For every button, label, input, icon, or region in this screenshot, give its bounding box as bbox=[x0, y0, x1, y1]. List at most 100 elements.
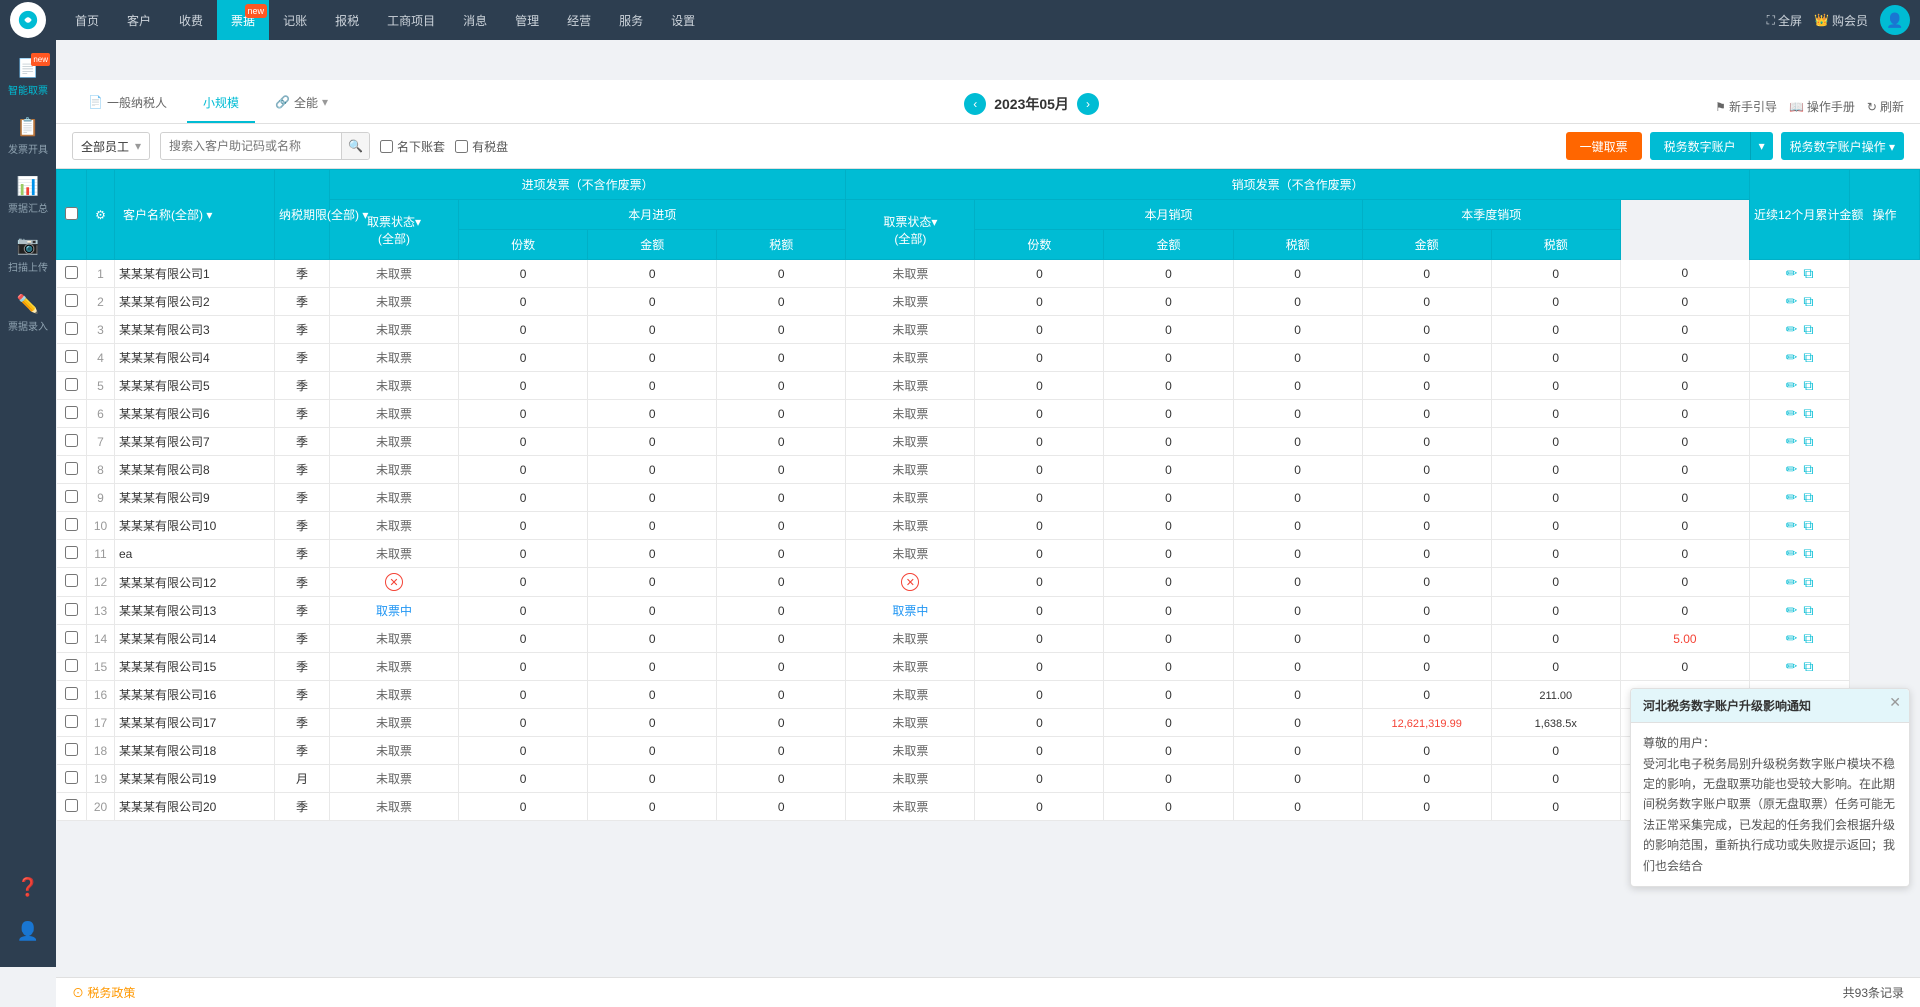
logo[interactable] bbox=[10, 2, 46, 38]
tax-policy-link[interactable]: ⊙ 税务政策 bbox=[72, 984, 135, 1001]
edit-icon[interactable]: ✏ bbox=[1786, 602, 1798, 619]
row-checkbox[interactable] bbox=[65, 406, 78, 419]
nav-client[interactable]: 客户 bbox=[113, 0, 165, 40]
row-checkbox[interactable] bbox=[65, 715, 78, 728]
col-tax-period-header[interactable]: 纳税期限(全部) ▾ bbox=[275, 170, 330, 260]
running12-link[interactable]: 5.00 bbox=[1673, 632, 1696, 646]
digital-action-select[interactable]: 税务数字账户操作 ▾ bbox=[1781, 132, 1904, 160]
notification-close-btn[interactable]: ✕ bbox=[1889, 694, 1901, 711]
edit-icon[interactable]: ✏ bbox=[1786, 545, 1798, 562]
sidebar-item-scan-upload[interactable]: 📷 扫描上传 bbox=[3, 227, 53, 282]
nav-income[interactable]: 收费 bbox=[165, 0, 217, 40]
copy-icon[interactable]: ⧉ bbox=[1803, 517, 1813, 534]
avatar[interactable]: 👤 bbox=[1880, 5, 1910, 35]
sidebar-item-invoice-entry[interactable]: ✏️ 票据录入 bbox=[3, 286, 53, 341]
row-checkbox[interactable] bbox=[65, 546, 78, 559]
nav-operation[interactable]: 经营 bbox=[553, 0, 605, 40]
edit-icon[interactable]: ✏ bbox=[1786, 321, 1798, 338]
new-guide-btn[interactable]: ⚑ 新手引导 bbox=[1715, 98, 1777, 115]
copy-icon[interactable]: ⧉ bbox=[1803, 321, 1813, 338]
edit-icon[interactable]: ✏ bbox=[1786, 293, 1798, 310]
vip-btn[interactable]: 👑 购会员 bbox=[1814, 12, 1868, 29]
row-checkbox[interactable] bbox=[65, 266, 78, 279]
nav-business[interactable]: 工商项目 bbox=[373, 0, 449, 40]
edit-icon[interactable]: ✏ bbox=[1786, 349, 1798, 366]
copy-icon[interactable]: ⧉ bbox=[1803, 377, 1813, 394]
edit-icon[interactable]: ✏ bbox=[1786, 377, 1798, 394]
taxdisk-checkbox-label[interactable]: 有税盘 bbox=[455, 138, 508, 155]
copy-icon[interactable]: ⧉ bbox=[1803, 405, 1813, 422]
copy-icon[interactable]: ⧉ bbox=[1803, 658, 1813, 675]
statement-checkbox-label[interactable]: 名下账套 bbox=[380, 138, 445, 155]
copy-icon[interactable]: ⧉ bbox=[1803, 349, 1813, 366]
copy-icon[interactable]: ⧉ bbox=[1803, 461, 1813, 478]
sidebar-help[interactable]: ❓ bbox=[3, 869, 53, 909]
statement-checkbox[interactable] bbox=[380, 140, 393, 153]
row-checkbox[interactable] bbox=[65, 378, 78, 391]
nav-invoice[interactable]: 票据 new bbox=[217, 0, 269, 40]
edit-icon[interactable]: ✏ bbox=[1786, 265, 1798, 282]
tab-all[interactable]: 🔗 全能 ▾ bbox=[259, 83, 344, 123]
nav-service[interactable]: 服务 bbox=[605, 0, 657, 40]
employee-select[interactable]: 全部员工 ▾ bbox=[72, 132, 150, 160]
edit-icon[interactable]: ✏ bbox=[1786, 517, 1798, 534]
one-click-btn[interactable]: 一键取票 bbox=[1566, 132, 1642, 160]
digital-action-dropdown[interactable]: ▾ bbox=[1750, 132, 1773, 160]
edit-icon[interactable]: ✏ bbox=[1786, 630, 1798, 647]
period-prev-btn[interactable]: ‹ bbox=[964, 93, 986, 115]
edit-icon[interactable]: ✏ bbox=[1786, 405, 1798, 422]
sidebar-user[interactable]: 👤 bbox=[3, 913, 53, 953]
col-name-header[interactable]: 客户名称(全部) ▾ bbox=[115, 170, 275, 260]
nav-manage[interactable]: 管理 bbox=[501, 0, 553, 40]
nav-home[interactable]: 首页 bbox=[61, 0, 113, 40]
copy-icon[interactable]: ⧉ bbox=[1803, 630, 1813, 647]
copy-icon[interactable]: ⧉ bbox=[1803, 574, 1813, 591]
copy-icon[interactable]: ⧉ bbox=[1803, 489, 1813, 506]
row-checkbox[interactable] bbox=[65, 434, 78, 447]
edit-icon[interactable]: ✏ bbox=[1786, 433, 1798, 450]
edit-icon[interactable]: ✏ bbox=[1786, 574, 1798, 591]
sidebar-item-invoice-summary[interactable]: 📊 票据汇总 bbox=[3, 168, 53, 223]
row-checkbox[interactable] bbox=[65, 462, 78, 475]
copy-icon[interactable]: ⧉ bbox=[1803, 293, 1813, 310]
fullscreen-btn[interactable]: ⛶ 全屏 bbox=[1767, 12, 1802, 29]
row-checkbox[interactable] bbox=[65, 631, 78, 644]
row-checkbox[interactable] bbox=[65, 322, 78, 335]
row-checkbox[interactable] bbox=[65, 490, 78, 503]
row-checkbox[interactable] bbox=[65, 574, 78, 587]
row-checkbox[interactable] bbox=[65, 771, 78, 784]
row-checkbox[interactable] bbox=[65, 294, 78, 307]
out-status-header[interactable]: 取票状态▾(全部) bbox=[846, 200, 975, 260]
edit-icon[interactable]: ✏ bbox=[1786, 461, 1798, 478]
row-checkbox[interactable] bbox=[65, 603, 78, 616]
nav-tax[interactable]: 报税 bbox=[321, 0, 373, 40]
edit-icon[interactable]: ✏ bbox=[1786, 658, 1798, 675]
row-checkbox[interactable] bbox=[65, 518, 78, 531]
digital-account-btn[interactable]: 税务数字账户 bbox=[1650, 132, 1750, 160]
row-checkbox[interactable] bbox=[65, 659, 78, 672]
sidebar-item-open-invoice[interactable]: 📋 发票开具 bbox=[3, 109, 53, 164]
taxdisk-checkbox[interactable] bbox=[455, 140, 468, 153]
refresh-btn[interactable]: ↻ 刷新 bbox=[1867, 98, 1904, 115]
nav-settings[interactable]: 设置 bbox=[657, 0, 709, 40]
copy-icon[interactable]: ⧉ bbox=[1803, 433, 1813, 450]
nav-message[interactable]: 消息 bbox=[449, 0, 501, 40]
manual-btn[interactable]: 📖 操作手册 bbox=[1789, 98, 1855, 115]
copy-icon[interactable]: ⧉ bbox=[1803, 265, 1813, 282]
select-all-checkbox[interactable] bbox=[65, 207, 78, 220]
tab-general[interactable]: 📄 一般纳税人 bbox=[72, 83, 183, 123]
edit-icon[interactable]: ✏ bbox=[1786, 489, 1798, 506]
row-checkbox[interactable] bbox=[65, 350, 78, 363]
period-next-btn[interactable]: › bbox=[1077, 93, 1099, 115]
row-checkbox[interactable] bbox=[65, 687, 78, 700]
row-checkbox[interactable] bbox=[65, 743, 78, 756]
copy-icon[interactable]: ⧉ bbox=[1803, 545, 1813, 562]
nav-account[interactable]: 记账 bbox=[269, 0, 321, 40]
quarter-amount-link[interactable]: 12,621,319.99 bbox=[1391, 718, 1461, 730]
search-input[interactable] bbox=[161, 139, 341, 153]
search-button[interactable]: 🔍 bbox=[341, 132, 369, 160]
copy-icon[interactable]: ⧉ bbox=[1803, 602, 1813, 619]
tab-small[interactable]: 小规模 bbox=[187, 83, 255, 123]
row-checkbox[interactable] bbox=[65, 799, 78, 812]
sidebar-item-smart-invoice[interactable]: 📄 智能取票 new bbox=[3, 50, 53, 105]
